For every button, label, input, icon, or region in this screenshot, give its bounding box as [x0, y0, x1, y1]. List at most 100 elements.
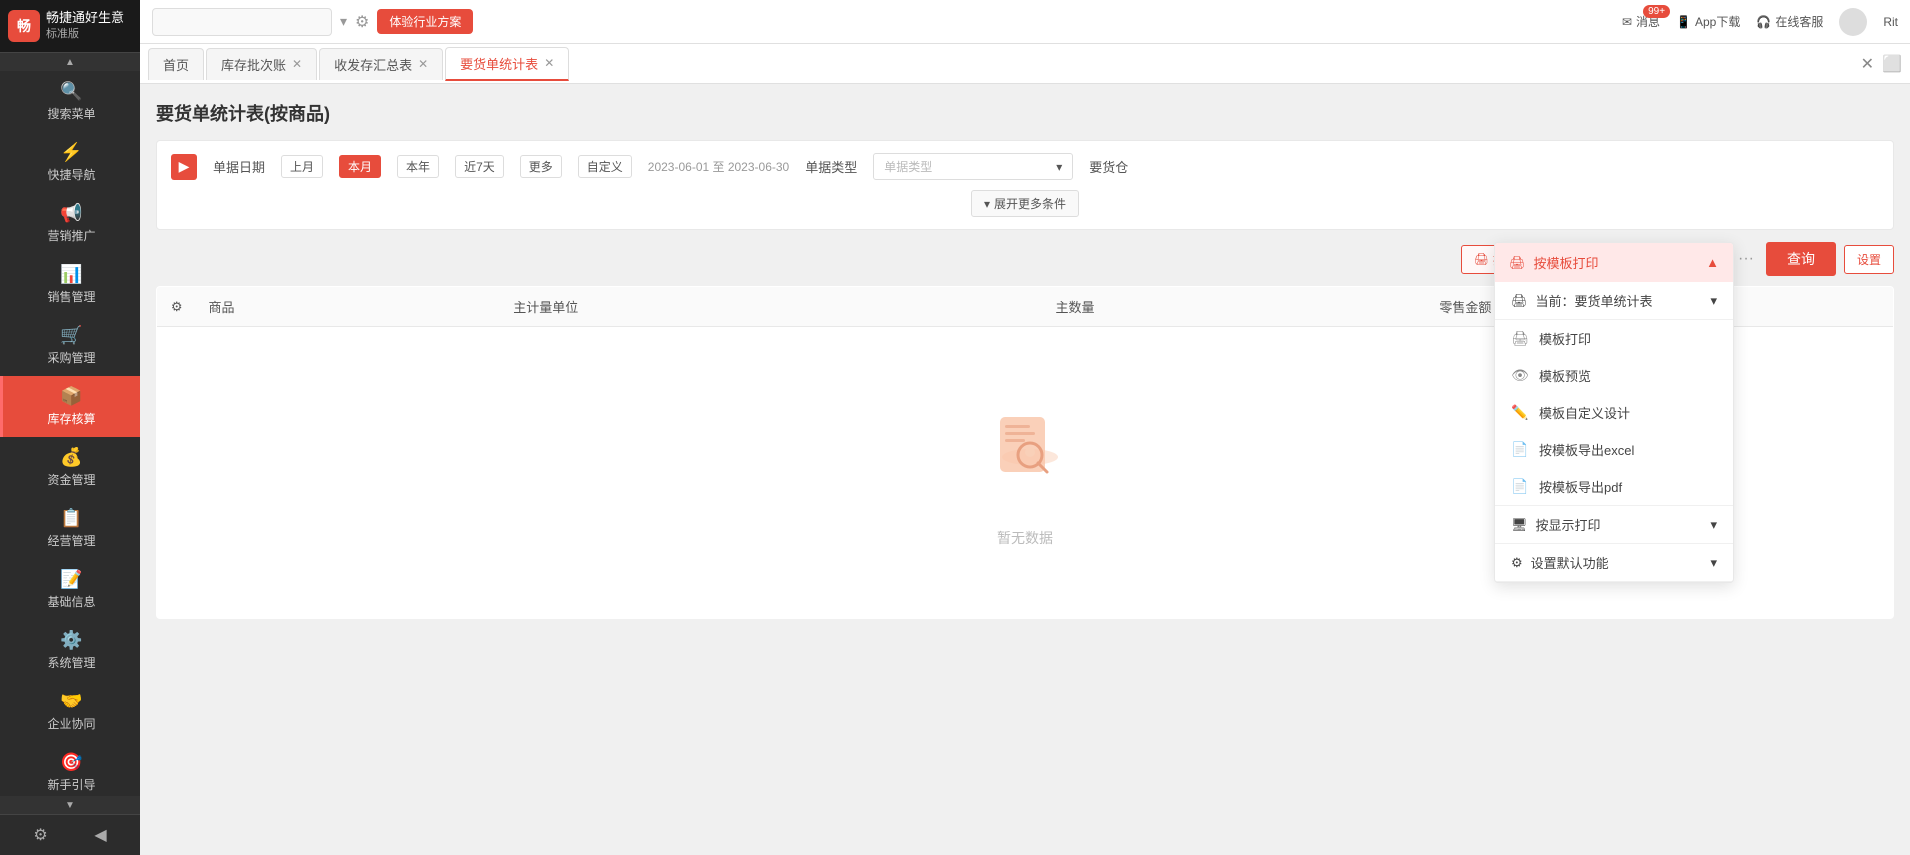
tab-home[interactable]: 首页 [148, 48, 204, 80]
dropdown-template-design[interactable]: ✏️ 模板自定义设计 [1495, 394, 1733, 431]
sidebar-scroll-down[interactable]: ▼ [0, 796, 140, 814]
promo-button[interactable]: 体验行业方案 [377, 9, 473, 34]
settings-btn[interactable]: 设置 [1844, 245, 1894, 274]
sales-icon: 📊 [60, 264, 82, 285]
topbar-dropdown-arrow[interactable]: ▾ [340, 13, 347, 30]
dropdown-close-arrow[interactable]: ▲ [1706, 255, 1719, 270]
user-name[interactable]: Rit [1883, 15, 1898, 29]
sidebar-item-purchase[interactable]: 🛒 采购管理 [0, 315, 140, 376]
tab-batch-account[interactable]: 库存批次账 ✕ [206, 48, 317, 80]
table-col-unit: 主计量单位 [501, 287, 1043, 327]
sidebar-label-collab: 企业协同 [47, 715, 95, 732]
current-template-arrow: ▾ [1710, 293, 1717, 309]
query-btn[interactable]: 查询 [1766, 242, 1836, 276]
messages-badge: 99+ [1643, 5, 1670, 18]
date-filter-label: 单据日期 [213, 157, 265, 176]
dropdown-display-print[interactable]: 🖥 按显示打印 ▾ [1495, 506, 1733, 543]
sidebar-item-operation[interactable]: 📋 经营管理 [0, 498, 140, 559]
date-range-display: 2023-06-01 至 2023-06-30 [648, 158, 789, 175]
operation-icon: 📋 [60, 508, 82, 529]
sidebar-label-finance: 资金管理 [47, 471, 95, 488]
marketing-icon: 📢 [60, 203, 82, 224]
date-btn-last-month[interactable]: 上月 [281, 155, 323, 178]
type-filter-label: 单据类型 [805, 157, 857, 176]
messages-btn[interactable]: ✉ 消息 99+ [1622, 13, 1660, 30]
table-col-settings[interactable]: ⚙ [157, 287, 197, 327]
tab-order-summary-close[interactable]: ✕ [544, 56, 554, 70]
sidebar-item-finance[interactable]: 💰 资金管理 [0, 437, 140, 498]
topbar-gear-icon[interactable]: ⚙ [355, 12, 369, 32]
export-excel-label: 按模板导出excel [1539, 440, 1634, 459]
template-print-label: 模板打印 [1539, 329, 1591, 348]
sidebar-label-operation: 经营管理 [47, 532, 95, 549]
page-title: 要货单统计表(按商品) [156, 100, 1894, 126]
online-service-btn[interactable]: 🎧 在线客服 [1756, 13, 1823, 30]
dropdown-header[interactable]: 🖨 按模板打印 ▲ [1495, 243, 1733, 282]
print-dropdown: 🖨 按模板打印 ▲ 🖨 当前：要货单统计表 ▾ [1494, 242, 1734, 583]
dropdown-export-pdf[interactable]: 📄 按模板导出pdf [1495, 468, 1733, 505]
sidebar-label-basic: 基础信息 [47, 593, 95, 610]
date-btn-this-month[interactable]: 本月 [339, 155, 381, 178]
table-col-qty: 主数量 [1043, 287, 1427, 327]
filter-expand-icon[interactable]: ▶ [171, 154, 197, 180]
sidebar-collapse-btn[interactable]: ◀ [94, 825, 106, 845]
window-maximize-btn[interactable]: ⬜ [1882, 54, 1902, 74]
sidebar-item-marketing[interactable]: 📢 营销推广 [0, 193, 140, 254]
sidebar-item-basic[interactable]: 📝 基础信息 [0, 559, 140, 620]
date-btn-last-7days[interactable]: 近7天 [455, 155, 504, 178]
app-container: 畅 畅捷通好生意 标准版 ▲ 🔍 搜索菜单 ⚡ 快捷导航 📢 营销推广 📊 销售 [0, 0, 1910, 855]
empty-state-illustration [975, 397, 1075, 516]
date-btn-this-year[interactable]: 本年 [397, 155, 439, 178]
table-settings-icon[interactable]: ⚙ [171, 299, 183, 314]
logo-text: 畅捷通好生意 标准版 [46, 10, 124, 41]
page-content: 要货单统计表(按商品) ▶ 单据日期 上月 本月 本年 近7天 更多 自定义 2… [140, 84, 1910, 855]
sidebar-item-sales[interactable]: 📊 销售管理 [0, 254, 140, 315]
dropdown-template-preview[interactable]: 👁 模板预览 [1495, 357, 1733, 394]
display-print-icon: 🖥 [1511, 517, 1528, 533]
tab-batch-account-label: 库存批次账 [221, 55, 286, 74]
type-filter-select[interactable]: 单据类型 ▾ [873, 153, 1073, 180]
sidebar-item-collab[interactable]: 🤝 企业协同 [0, 681, 140, 742]
sidebar-label-inventory: 库存核算 [47, 410, 95, 427]
filter-row: ▶ 单据日期 上月 本月 本年 近7天 更多 自定义 2023-06-01 至 … [171, 153, 1879, 180]
sidebar-item-system[interactable]: ⚙️ 系统管理 [0, 620, 140, 681]
tab-receipts-summary-close[interactable]: ✕ [418, 57, 428, 71]
user-avatar[interactable] [1839, 8, 1867, 36]
sidebar-scroll-up[interactable]: ▲ [0, 53, 140, 71]
template-design-label: 模板自定义设计 [1539, 403, 1630, 422]
topbar-right: ✉ 消息 99+ 📱 App下载 🎧 在线客服 Rit [1622, 8, 1898, 36]
message-icon: ✉ [1622, 15, 1632, 29]
table-col-goods: 商品 [197, 287, 502, 327]
dropdown-display-section: 🖥 按显示打印 ▾ [1495, 506, 1733, 544]
quick-nav-icon: ⚡ [60, 142, 82, 163]
tabbar: 首页 库存批次账 ✕ 收发存汇总表 ✕ 要货单统计表 ✕ ✕ ⬜ [140, 44, 1910, 84]
topbar-search-input[interactable] [152, 8, 332, 36]
app-download-icon: 📱 [1676, 15, 1691, 29]
sidebar-item-newbie[interactable]: 🎯 新手引导 [0, 742, 140, 796]
dropdown-export-excel[interactable]: 📄 按模板导出excel [1495, 431, 1733, 468]
app-download-btn[interactable]: 📱 App下载 [1676, 13, 1740, 30]
sidebar-item-quick-nav[interactable]: ⚡ 快捷导航 [0, 132, 140, 193]
logo-main-title: 畅捷通好生意 [46, 10, 124, 27]
sidebar-settings-btn[interactable]: ⚙ [33, 825, 47, 845]
window-close-btn[interactable]: ✕ [1861, 54, 1874, 74]
tab-batch-account-close[interactable]: ✕ [292, 57, 302, 71]
template-print-icon: 🖨 [1511, 330, 1529, 347]
template-design-icon: ✏️ [1511, 404, 1529, 421]
tab-order-summary[interactable]: 要货单统计表 ✕ [445, 47, 569, 81]
set-default-arrow: ▾ [1710, 555, 1717, 571]
expand-more-conditions-btn[interactable]: ▾ 展开更多条件 [971, 190, 1079, 217]
sidebar-item-inventory[interactable]: 📦 库存核算 [0, 376, 140, 437]
sidebar-label-marketing: 营销推广 [47, 227, 95, 244]
sidebar-item-search[interactable]: 🔍 搜索菜单 [0, 71, 140, 132]
date-btn-custom[interactable]: 自定义 [578, 155, 632, 178]
tab-receipts-summary[interactable]: 收发存汇总表 ✕ [319, 48, 443, 80]
export-pdf-icon: 📄 [1511, 478, 1529, 495]
template-preview-icon: 👁 [1511, 367, 1529, 384]
dropdown-template-print[interactable]: 🖨 模板打印 [1495, 320, 1733, 357]
main-content: ▾ ⚙ 体验行业方案 ✉ 消息 99+ 📱 App下载 🎧 在线客服 [140, 0, 1910, 855]
dropdown-set-default[interactable]: ⚙ 设置默认功能 ▾ [1495, 544, 1733, 581]
dropdown-current-template[interactable]: 🖨 当前：要货单统计表 ▾ [1495, 282, 1733, 319]
more-actions-btn[interactable]: ··· [1734, 246, 1758, 272]
date-btn-more[interactable]: 更多 [520, 155, 562, 178]
